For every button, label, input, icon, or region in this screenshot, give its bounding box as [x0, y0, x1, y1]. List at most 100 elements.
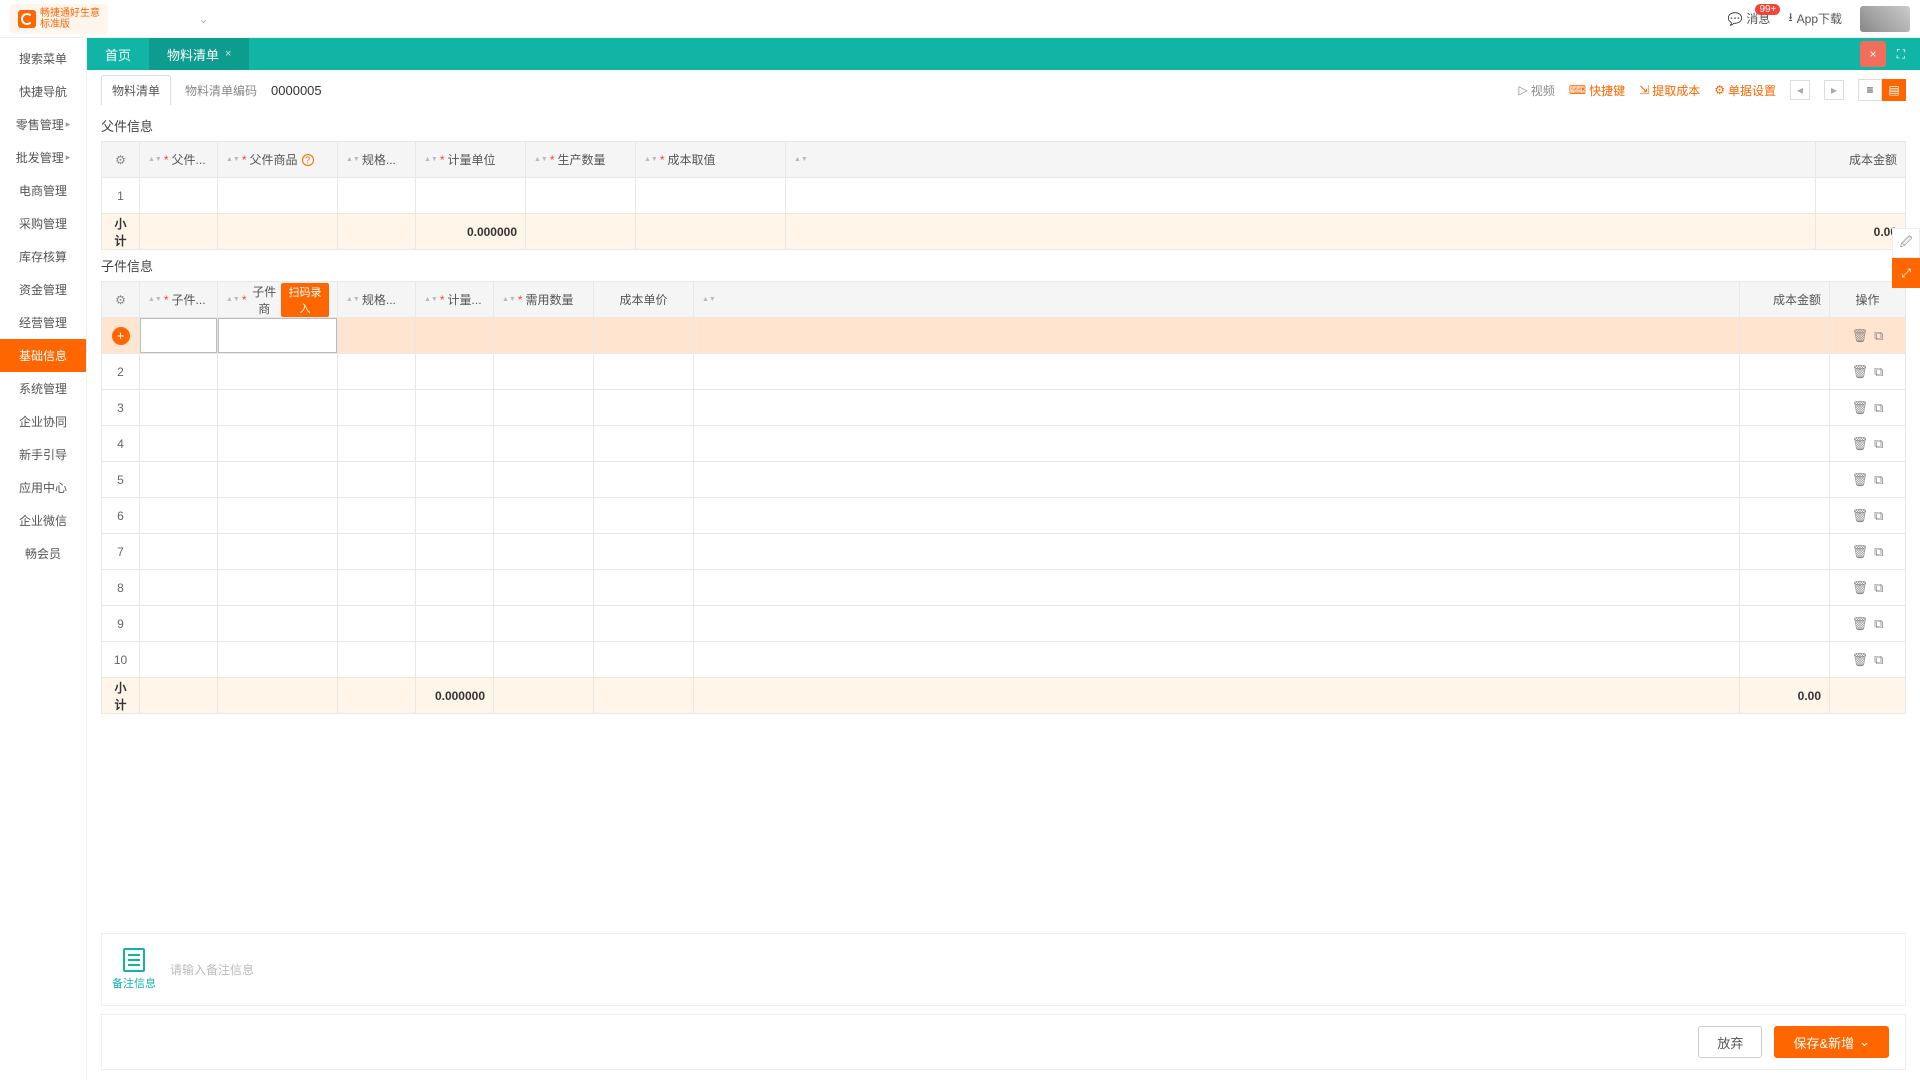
- gear-icon: ⚙: [1714, 83, 1725, 97]
- brand-logo: 畅捷通好生意 标准版: [10, 4, 108, 34]
- table-row[interactable]: 3🗑⧉: [102, 390, 1906, 426]
- copy-icon[interactable]: ⧉: [1874, 652, 1883, 667]
- video-button[interactable]: ▷视频: [1519, 82, 1555, 99]
- child-table: ⚙ ▲▼*子件... ▲▼*子件商扫码录入 ▲▼规格... ▲▼*计量... ▲…: [101, 281, 1906, 714]
- sidebar: 搜索菜单快捷导航零售管理▸批发管理▸电商管理采购管理库存核算资金管理经营管理基础…: [0, 38, 87, 1080]
- keyboard-icon: ⌨: [1569, 83, 1586, 97]
- sidebar-item-7[interactable]: 资金管理: [0, 273, 86, 306]
- cancel-button[interactable]: 放弃: [1698, 1026, 1762, 1058]
- table-row[interactable]: 6🗑⧉: [102, 498, 1906, 534]
- table-row[interactable]: 4🗑⧉: [102, 426, 1906, 462]
- copy-icon[interactable]: ⧉: [1874, 544, 1883, 559]
- content-scroll[interactable]: 父件信息 ⚙ ▲▼*父件... ▲▼*父件商品? ▲▼规格... ▲▼*计量单位…: [87, 110, 1920, 929]
- sidebar-item-0[interactable]: 搜索菜单: [0, 42, 86, 75]
- delete-icon[interactable]: 🗑: [1852, 652, 1869, 667]
- copy-icon[interactable]: ⧉: [1874, 580, 1883, 595]
- help-icon[interactable]: ?: [302, 154, 314, 166]
- delete-icon[interactable]: 🗑: [1852, 400, 1869, 415]
- main-area: 首页 物料清单 × × ⛶ 物料清单 物料清单编码 0000005 ▷视频 ⌨快…: [87, 38, 1920, 1080]
- delete-icon[interactable]: 🗑: [1852, 364, 1869, 379]
- sidebar-item-9[interactable]: 基础信息: [0, 339, 86, 372]
- sidebar-item-10[interactable]: 系统管理: [0, 372, 86, 405]
- attach-button[interactable]: 🖉: [1892, 228, 1920, 258]
- brand-line1: 畅捷通好生意: [40, 8, 100, 19]
- copy-icon[interactable]: ⧉: [1874, 616, 1883, 631]
- note-icon: [123, 948, 145, 972]
- chat-icon: 💬: [1727, 12, 1742, 26]
- fullscreen-button[interactable]: ⛶: [1888, 41, 1914, 67]
- close-icon[interactable]: ×: [225, 48, 231, 60]
- doc-code-label: 物料清单编码: [185, 82, 257, 99]
- copy-icon[interactable]: ⧉: [1874, 472, 1883, 487]
- table-row[interactable]: 10🗑⧉: [102, 642, 1906, 678]
- extract-icon: ⇲: [1639, 83, 1649, 97]
- sidebar-item-14[interactable]: 企业微信: [0, 504, 86, 537]
- delete-icon[interactable]: 🗑: [1852, 436, 1869, 451]
- delete-icon[interactable]: 🗑: [1852, 508, 1869, 523]
- add-row-button[interactable]: +: [112, 327, 130, 345]
- sidebar-item-2[interactable]: 零售管理▸: [0, 108, 86, 141]
- brand-line2: 标准版: [40, 19, 100, 30]
- extract-cost-button[interactable]: ⇲提取成本: [1639, 82, 1700, 99]
- sidebar-item-12[interactable]: 新手引导: [0, 438, 86, 471]
- delete-icon[interactable]: 🗑: [1852, 472, 1869, 487]
- sidebar-item-15[interactable]: 畅会员: [0, 537, 86, 570]
- tab-home[interactable]: 首页: [87, 38, 149, 70]
- table-row[interactable]: 1: [102, 178, 1906, 214]
- sidebar-item-4[interactable]: 电商管理: [0, 174, 86, 207]
- app-download-button[interactable]: ⭳ App下载: [1788, 8, 1842, 29]
- view-form-button[interactable]: ▤: [1882, 79, 1906, 101]
- copy-icon[interactable]: ⧉: [1874, 436, 1883, 451]
- close-all-button[interactable]: ×: [1860, 41, 1886, 67]
- sidebar-item-5[interactable]: 采购管理: [0, 207, 86, 240]
- copy-icon[interactable]: ⧉: [1874, 328, 1883, 343]
- child-section-title: 子件信息: [101, 250, 1906, 281]
- remark-icon: 备注信息: [112, 948, 156, 991]
- delete-icon[interactable]: 🗑: [1852, 580, 1869, 595]
- parent-section-title: 父件信息: [101, 110, 1906, 141]
- gear-icon[interactable]: ⚙: [115, 293, 126, 307]
- next-doc-button[interactable]: ▸: [1824, 80, 1844, 100]
- sidebar-item-6[interactable]: 库存核算: [0, 240, 86, 273]
- sidebar-item-8[interactable]: 经营管理: [0, 306, 86, 339]
- doc-setting-button[interactable]: ⚙单据设置: [1714, 82, 1776, 99]
- child-code-input[interactable]: [140, 318, 217, 353]
- delete-icon[interactable]: 🗑: [1852, 616, 1869, 631]
- delete-icon[interactable]: 🗑: [1852, 544, 1869, 559]
- sidebar-item-11[interactable]: 企业协同: [0, 405, 86, 438]
- org-selector[interactable]: ⌄: [138, 11, 209, 27]
- download-icon: ⭳: [1788, 8, 1792, 29]
- table-row[interactable]: 2🗑⧉: [102, 354, 1906, 390]
- sidebar-item-1[interactable]: 快捷导航: [0, 75, 86, 108]
- doc-tab-bom[interactable]: 物料清单: [101, 75, 171, 105]
- chevron-down-icon: ⌄: [198, 11, 209, 27]
- sidebar-item-3[interactable]: 批发管理▸: [0, 141, 86, 174]
- sidebar-item-13[interactable]: 应用中心: [0, 471, 86, 504]
- table-row[interactable]: 9🗑⧉: [102, 606, 1906, 642]
- top-bar: 畅捷通好生意 标准版 ⌄ 💬 消息 99+ ⭳ App下载: [0, 0, 1920, 38]
- play-icon: ▷: [1519, 83, 1528, 97]
- table-row[interactable]: 7🗑⧉: [102, 534, 1906, 570]
- avatar[interactable]: [1860, 6, 1910, 32]
- expand-button[interactable]: ⤢: [1892, 258, 1920, 288]
- tab-bom[interactable]: 物料清单 ×: [149, 38, 249, 70]
- chevron-right-icon: ▸: [66, 119, 71, 130]
- copy-icon[interactable]: ⧉: [1874, 508, 1883, 523]
- delete-icon[interactable]: 🗑: [1852, 328, 1869, 343]
- chevron-right-icon: ▸: [66, 152, 71, 163]
- table-row[interactable]: 5🗑⧉: [102, 462, 1906, 498]
- scan-input-tag[interactable]: 扫码录入: [281, 283, 329, 317]
- child-name-input[interactable]: [218, 318, 337, 353]
- view-list-button[interactable]: ≡: [1858, 79, 1882, 101]
- save-and-new-button[interactable]: 保存&新增⌄: [1774, 1026, 1889, 1058]
- prev-doc-button[interactable]: ◂: [1790, 80, 1810, 100]
- copy-icon[interactable]: ⧉: [1874, 400, 1883, 415]
- copy-icon[interactable]: ⧉: [1874, 364, 1883, 379]
- shortcut-button[interactable]: ⌨快捷键: [1569, 82, 1625, 99]
- table-row[interactable]: + 🗑 ⧉: [102, 318, 1906, 354]
- gear-icon[interactable]: ⚙: [115, 153, 126, 167]
- messages-button[interactable]: 💬 消息 99+: [1727, 10, 1770, 27]
- parent-table: ⚙ ▲▼*父件... ▲▼*父件商品? ▲▼规格... ▲▼*计量单位 ▲▼*生…: [101, 141, 1906, 250]
- table-row[interactable]: 8🗑⧉: [102, 570, 1906, 606]
- remark-input[interactable]: [170, 963, 1895, 977]
